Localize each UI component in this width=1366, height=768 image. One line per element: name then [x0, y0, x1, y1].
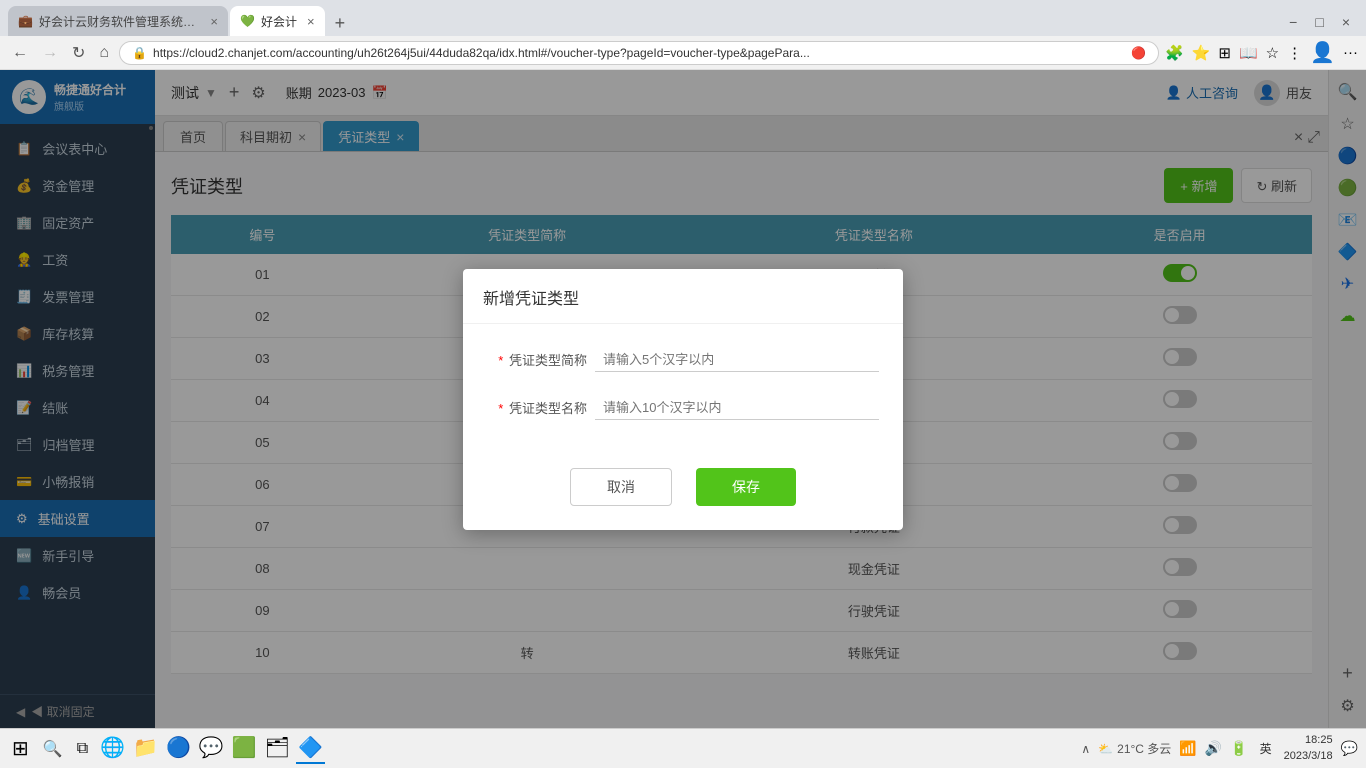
- weather-display: ⛅ 21°C 多云: [1098, 740, 1171, 757]
- browser-tab-active[interactable]: 💚 好会计 ×: [230, 6, 325, 36]
- save-button[interactable]: 保存: [696, 468, 796, 506]
- taskbar-app-chrome[interactable]: 🔵: [164, 733, 193, 764]
- back-button[interactable]: ←: [8, 42, 32, 64]
- modal-body: * 凭证类型简称 * 凭证类型名称: [463, 324, 903, 460]
- notification-center-icon[interactable]: 💬: [1341, 740, 1358, 757]
- taskbar-app-ms[interactable]: 🟩: [230, 733, 259, 764]
- taskbar-app-edge2[interactable]: 🔷: [296, 733, 325, 764]
- taskbar-app-folder[interactable]: 📁: [131, 733, 160, 764]
- taskbar-chevron-icon[interactable]: ∧: [1081, 742, 1090, 756]
- home-button[interactable]: ⌂: [95, 42, 113, 64]
- minimize-button[interactable]: −: [1281, 12, 1305, 32]
- lock-icon: 🔒: [132, 46, 147, 60]
- tab-favicon: 💼: [18, 14, 33, 28]
- sidebar-toggle-icon[interactable]: ⋮: [1287, 44, 1302, 62]
- address-input-bar[interactable]: 🔒 https://cloud2.chanjet.com/accounting/…: [119, 41, 1159, 65]
- cancel-button[interactable]: 取消: [570, 468, 672, 506]
- tab-close-icon[interactable]: ×: [210, 14, 218, 29]
- short-name-input[interactable]: [595, 348, 879, 372]
- notification-icon: 🔴: [1131, 46, 1146, 60]
- window-controls: − □ ×: [1281, 12, 1358, 32]
- datetime-display: 18:25 2023/3/18: [1284, 733, 1333, 764]
- full-name-label-text: 凭证类型名称: [509, 401, 587, 416]
- url-text: https://cloud2.chanjet.com/accounting/uh…: [153, 46, 1125, 60]
- browser-tab-bar: 💼 好会计云财务软件管理系统_会计 × 💚 好会计 × + − □ ×: [0, 0, 1366, 36]
- browser-tab-inactive[interactable]: 💼 好会计云财务软件管理系统_会计 ×: [8, 6, 228, 36]
- taskbar-app-edge[interactable]: 🌐: [98, 733, 127, 764]
- favorites-icon[interactable]: ☆: [1266, 44, 1279, 62]
- required-star-1: *: [498, 353, 503, 368]
- network-icon[interactable]: 📶: [1179, 740, 1196, 757]
- language-selector[interactable]: 英: [1256, 738, 1276, 759]
- taskbar: ⊞ 🔍 ⧉ 🌐 📁 🔵 💬 🟩 🗂 🔷 ∧ ⛅ 21°C 多云 📶 🔊 🔋 英 …: [0, 728, 1366, 768]
- start-button[interactable]: ⊞: [8, 736, 33, 761]
- tab-close-active-icon[interactable]: ×: [307, 14, 315, 29]
- required-star-2: *: [498, 401, 503, 416]
- taskbar-app-wechat[interactable]: 💬: [197, 733, 226, 764]
- modal-title: 新增凭证类型: [483, 291, 579, 308]
- new-tab-button[interactable]: +: [327, 13, 354, 34]
- battery-icon[interactable]: 🔋: [1230, 740, 1247, 757]
- reload-button[interactable]: ↻: [68, 41, 89, 65]
- date-display: 2023/3/18: [1284, 749, 1333, 764]
- forward-button[interactable]: →: [38, 42, 62, 64]
- tab-title-active: 好会计: [261, 13, 297, 30]
- tab-title: 好会计云财务软件管理系统_会计: [39, 13, 200, 30]
- short-name-label: * 凭证类型简称: [487, 350, 587, 369]
- time-display: 18:25: [1284, 733, 1333, 748]
- full-name-label: * 凭证类型名称: [487, 398, 587, 417]
- browser-toolbar-icons: 🧩 ⭐ ⊞ 📖 ☆ ⋮ 👤 ···: [1165, 40, 1358, 65]
- taskbar-right: ∧ ⛅ 21°C 多云 📶 🔊 🔋 英 18:25 2023/3/18 💬: [1081, 733, 1358, 764]
- weather-icon: ⛅: [1098, 742, 1113, 756]
- modal-footer: 取消 保存: [463, 460, 903, 530]
- tab-favicon-active: 💚: [240, 14, 255, 28]
- split-screen-icon[interactable]: ⊞: [1218, 44, 1231, 62]
- more-icon[interactable]: ···: [1343, 44, 1358, 61]
- maximize-button[interactable]: □: [1307, 12, 1331, 32]
- form-row-short-name: * 凭证类型简称: [487, 348, 879, 372]
- weather-text: 21°C 多云: [1117, 740, 1171, 757]
- taskbar-apps: 🌐 📁 🔵 💬 🟩 🗂 🔷: [98, 733, 325, 764]
- task-view-button[interactable]: ⧉: [73, 740, 92, 758]
- modal-header: 新增凭证类型: [463, 269, 903, 324]
- user-profile-icon[interactable]: 👤: [1310, 40, 1335, 65]
- short-name-label-text: 凭证类型简称: [509, 353, 587, 368]
- extensions-icon[interactable]: 🧩: [1165, 44, 1184, 62]
- close-button[interactable]: ×: [1334, 12, 1358, 32]
- reader-icon[interactable]: 📖: [1239, 44, 1258, 62]
- browser-chrome: 💼 好会计云财务软件管理系统_会计 × 💚 好会计 × + − □ × ← → …: [0, 0, 1366, 768]
- search-taskbar[interactable]: 🔍: [39, 739, 67, 759]
- browser-address-bar: ← → ↻ ⌂ 🔒 https://cloud2.chanjet.com/acc…: [0, 36, 1366, 70]
- modal-dialog: 新增凭证类型 * 凭证类型简称 * 凭证类型名称: [463, 269, 903, 530]
- modal-overlay: 新增凭证类型 * 凭证类型简称 * 凭证类型名称: [0, 70, 1366, 728]
- full-name-input[interactable]: [595, 396, 879, 420]
- form-row-full-name: * 凭证类型名称: [487, 396, 879, 420]
- collections-icon[interactable]: ⭐: [1192, 44, 1211, 62]
- sound-icon[interactable]: 🔊: [1205, 740, 1222, 757]
- taskbar-app-files[interactable]: 🗂: [263, 733, 292, 764]
